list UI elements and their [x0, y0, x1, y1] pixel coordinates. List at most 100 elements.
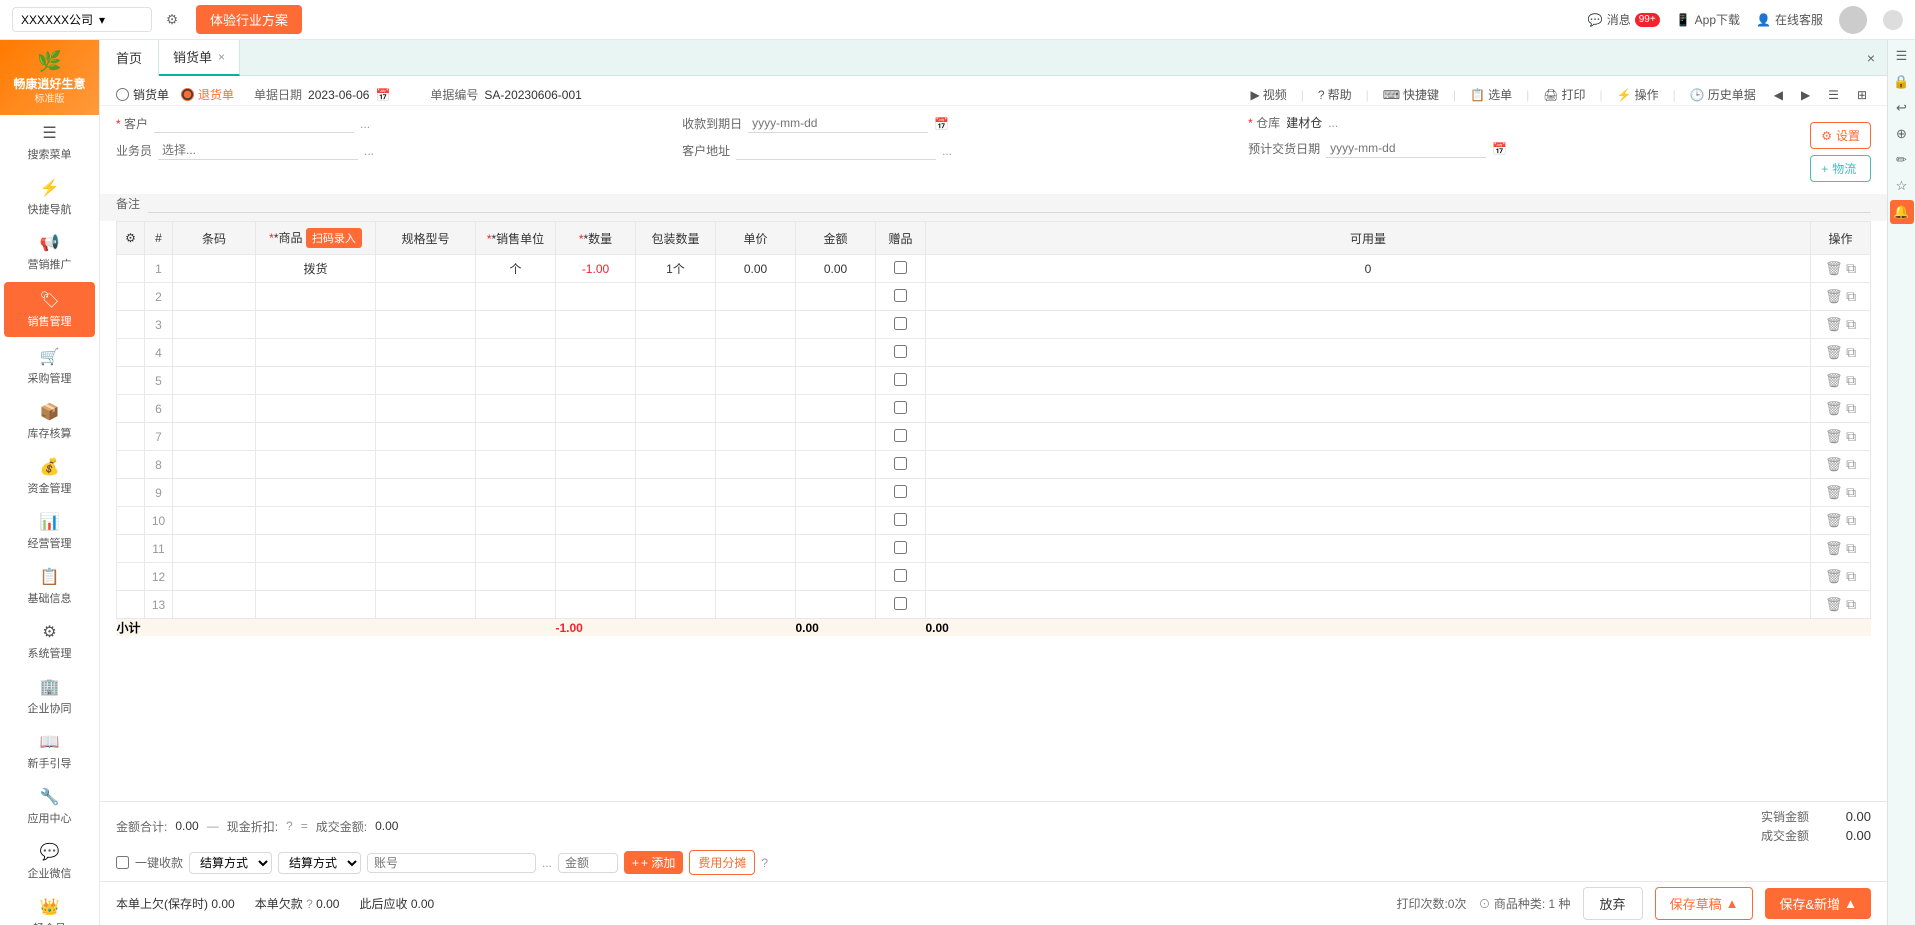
scan-btn[interactable]: 扫码录入 [306, 228, 362, 248]
sidebar-item-marketing[interactable]: 📢 营销推广 [0, 225, 99, 280]
one-pay-checkbox[interactable] [116, 856, 129, 869]
row-barcode[interactable] [173, 451, 256, 479]
row-unit[interactable] [476, 591, 556, 619]
sidebar-item-inventory[interactable]: 📦 库存核算 [0, 394, 99, 449]
row-unit-price[interactable]: 0.00 [716, 255, 796, 283]
row-spec[interactable] [376, 563, 476, 591]
row-amount[interactable] [796, 311, 876, 339]
row-quantity[interactable] [556, 507, 636, 535]
copy-row-btn[interactable]: ⧉ [1846, 568, 1856, 585]
row-gift[interactable] [876, 283, 926, 311]
grid-view-btn[interactable]: ☰ [1824, 86, 1843, 104]
rf-btn-lock[interactable]: 🔒 [1890, 70, 1914, 94]
delete-row-btn[interactable]: 🗑 [1825, 596, 1843, 613]
barcode-input[interactable] [179, 262, 249, 276]
rf-btn-0[interactable]: ☰ [1890, 44, 1914, 68]
gift-checkbox[interactable] [894, 429, 907, 442]
copy-row-btn[interactable]: ⧉ [1846, 344, 1856, 361]
row-amount[interactable] [796, 479, 876, 507]
barcode-input[interactable] [179, 402, 249, 416]
row-amount[interactable] [796, 591, 876, 619]
sidebar-item-finance[interactable]: 💰 资金管理 [0, 449, 99, 504]
col-gear[interactable]: ⚙ [117, 222, 145, 255]
row-gift[interactable] [876, 591, 926, 619]
row-pkg-qty[interactable] [636, 507, 716, 535]
row-spec[interactable] [376, 339, 476, 367]
copy-row-btn[interactable]: ⧉ [1846, 316, 1856, 333]
video-btn[interactable]: ▶ 视频 [1247, 84, 1291, 105]
copy-row-btn[interactable]: ⧉ [1846, 456, 1856, 473]
warehouse-dots-btn[interactable]: ... [1328, 116, 1338, 130]
row-unit-price[interactable] [716, 395, 796, 423]
row-unit-price[interactable] [716, 507, 796, 535]
row-quantity[interactable] [556, 339, 636, 367]
select-btn[interactable]: 📋 选单 [1466, 84, 1516, 105]
row-pkg-qty[interactable] [636, 395, 716, 423]
row-product[interactable] [256, 395, 376, 423]
row-pkg-qty[interactable] [636, 367, 716, 395]
row-product[interactable]: 拨货 [256, 255, 376, 283]
next-btn[interactable]: ▶ [1797, 86, 1814, 104]
row-unit[interactable] [476, 311, 556, 339]
row-pkg-qty[interactable] [636, 451, 716, 479]
delete-row-btn[interactable]: 🗑 [1825, 512, 1843, 529]
row-spec[interactable] [376, 255, 476, 283]
salesperson-dots-btn[interactable]: ... [364, 144, 374, 158]
receipt-date-calendar-icon[interactable]: 📅 [934, 117, 949, 131]
copy-row-btn[interactable]: ⧉ [1846, 260, 1856, 277]
row-gift[interactable] [876, 311, 926, 339]
customer-input[interactable] [154, 114, 354, 133]
row-unit-price[interactable] [716, 591, 796, 619]
row-unit[interactable] [476, 367, 556, 395]
barcode-input[interactable] [179, 290, 249, 304]
gift-checkbox[interactable] [894, 569, 907, 582]
row-amount[interactable] [796, 423, 876, 451]
barcode-input[interactable] [179, 374, 249, 388]
row-product[interactable] [256, 563, 376, 591]
row-spec[interactable] [376, 311, 476, 339]
rf-btn-undo[interactable]: ↩ [1890, 96, 1914, 120]
expected-date-input[interactable] [1326, 139, 1486, 158]
row-barcode[interactable] [173, 507, 256, 535]
copy-row-btn[interactable]: ⧉ [1846, 428, 1856, 445]
row-pkg-qty[interactable] [636, 423, 716, 451]
row-unit[interactable] [476, 451, 556, 479]
discount-help-icon[interactable]: ? [286, 819, 293, 833]
row-barcode[interactable] [173, 311, 256, 339]
row-pkg-qty[interactable] [636, 591, 716, 619]
row-unit-price[interactable] [716, 451, 796, 479]
gift-checkbox[interactable] [894, 261, 907, 274]
row-unit-price[interactable] [716, 283, 796, 311]
copy-row-btn[interactable]: ⧉ [1846, 372, 1856, 389]
sidebar-item-sales[interactable]: 🏷 销售管理 [4, 282, 95, 337]
row-quantity[interactable] [556, 479, 636, 507]
sidebar-item-purchase[interactable]: 🛒 采购管理 [0, 339, 99, 394]
sidebar-item-basic-info[interactable]: 📋 基础信息 [0, 559, 99, 614]
delete-row-btn[interactable]: 🗑 [1825, 344, 1843, 361]
online-support-button[interactable]: 👤 在线客服 [1756, 11, 1823, 28]
row-quantity[interactable] [556, 311, 636, 339]
barcode-input[interactable] [179, 346, 249, 360]
delete-row-btn[interactable]: 🗑 [1825, 372, 1843, 389]
rf-btn-add[interactable]: ⊕ [1890, 122, 1914, 146]
row-spec[interactable] [376, 479, 476, 507]
expense-btn[interactable]: 费用分摊 [689, 850, 755, 875]
row-barcode[interactable] [173, 255, 256, 283]
row-gift[interactable] [876, 367, 926, 395]
row-gift[interactable] [876, 339, 926, 367]
gift-checkbox[interactable] [894, 597, 907, 610]
barcode-input[interactable] [179, 514, 249, 528]
row-quantity[interactable] [556, 395, 636, 423]
gift-checkbox[interactable] [894, 345, 907, 358]
row-gift[interactable] [876, 507, 926, 535]
row-unit-price[interactable] [716, 311, 796, 339]
message-button[interactable]: 💬 消息 99+ [1588, 11, 1660, 28]
settings-form-btn[interactable]: ⚙ 设置 [1810, 122, 1871, 149]
copy-row-btn[interactable]: ⧉ [1846, 540, 1856, 557]
settings-button[interactable]: ⚙ [158, 6, 186, 34]
barcode-input[interactable] [179, 486, 249, 500]
barcode-input[interactable] [179, 318, 249, 332]
sidebar-item-apps[interactable]: 🔧 应用中心 [0, 779, 99, 834]
row-quantity[interactable] [556, 451, 636, 479]
logo-area[interactable]: 🌿 畅康逍好生意 标准版 [0, 40, 99, 115]
